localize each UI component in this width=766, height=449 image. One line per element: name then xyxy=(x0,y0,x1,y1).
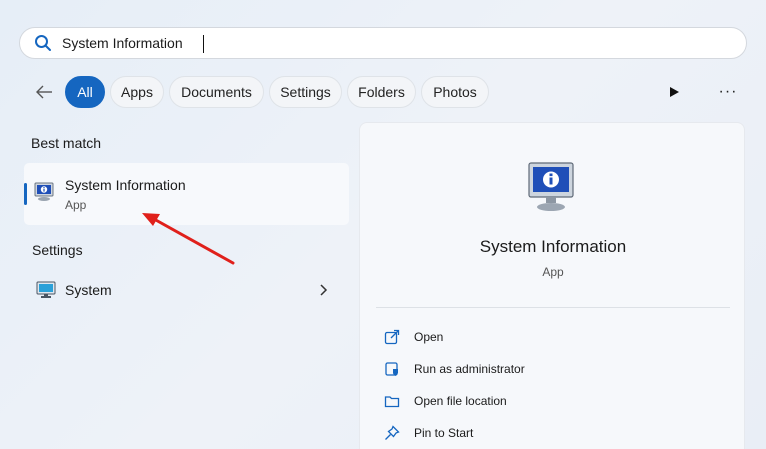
filter-apps[interactable]: Apps xyxy=(110,76,164,108)
back-button[interactable] xyxy=(30,80,58,104)
back-arrow-icon xyxy=(36,85,52,99)
action-pin-to-start-label: Pin to Start xyxy=(414,426,474,440)
action-open[interactable]: Open xyxy=(384,325,724,349)
best-match-heading: Best match xyxy=(31,135,102,151)
system-information-icon xyxy=(34,182,54,201)
chevron-right-icon xyxy=(320,284,328,296)
settings-item-system[interactable]: System xyxy=(24,274,349,308)
detail-title: System Information xyxy=(479,237,627,256)
divider xyxy=(376,307,730,308)
system-information-large-icon xyxy=(528,162,574,211)
text-caret xyxy=(203,35,204,53)
action-open-file-location[interactable]: Open file location xyxy=(384,389,724,413)
open-icon xyxy=(384,329,400,345)
settings-item-label: System xyxy=(65,282,112,298)
best-match-title: System Information xyxy=(65,177,186,193)
more-filters-button[interactable] xyxy=(664,82,684,102)
pin-icon xyxy=(384,425,400,441)
best-match-subtitle: App xyxy=(65,198,87,212)
action-open-file-location-label: Open file location xyxy=(414,394,507,408)
detail-panel: System Information App Open Run as admin… xyxy=(359,122,745,449)
filter-row: All Apps Documents Settings Folders Phot… xyxy=(0,76,766,108)
action-run-as-admin[interactable]: Run as administrator xyxy=(384,357,724,381)
best-match-item[interactable]: System Information App xyxy=(24,163,349,225)
action-run-as-admin-label: Run as administrator xyxy=(414,362,525,376)
play-icon xyxy=(670,87,679,97)
system-settings-icon xyxy=(36,281,56,298)
selection-indicator xyxy=(24,183,27,205)
search-input[interactable] xyxy=(62,35,662,51)
filter-photos[interactable]: Photos xyxy=(421,76,489,108)
action-pin-to-start[interactable]: Pin to Start xyxy=(384,421,724,445)
search-icon xyxy=(35,35,51,51)
more-options-button[interactable]: ··· xyxy=(716,82,740,102)
shield-icon xyxy=(384,361,400,377)
filter-settings[interactable]: Settings xyxy=(269,76,342,108)
settings-heading: Settings xyxy=(32,242,83,258)
folder-icon xyxy=(384,393,400,409)
filter-all[interactable]: All xyxy=(65,76,105,108)
action-open-label: Open xyxy=(414,330,444,344)
detail-subtitle: App xyxy=(542,265,564,279)
filter-documents[interactable]: Documents xyxy=(169,76,264,108)
search-box[interactable] xyxy=(19,27,747,59)
filter-folders[interactable]: Folders xyxy=(347,76,416,108)
